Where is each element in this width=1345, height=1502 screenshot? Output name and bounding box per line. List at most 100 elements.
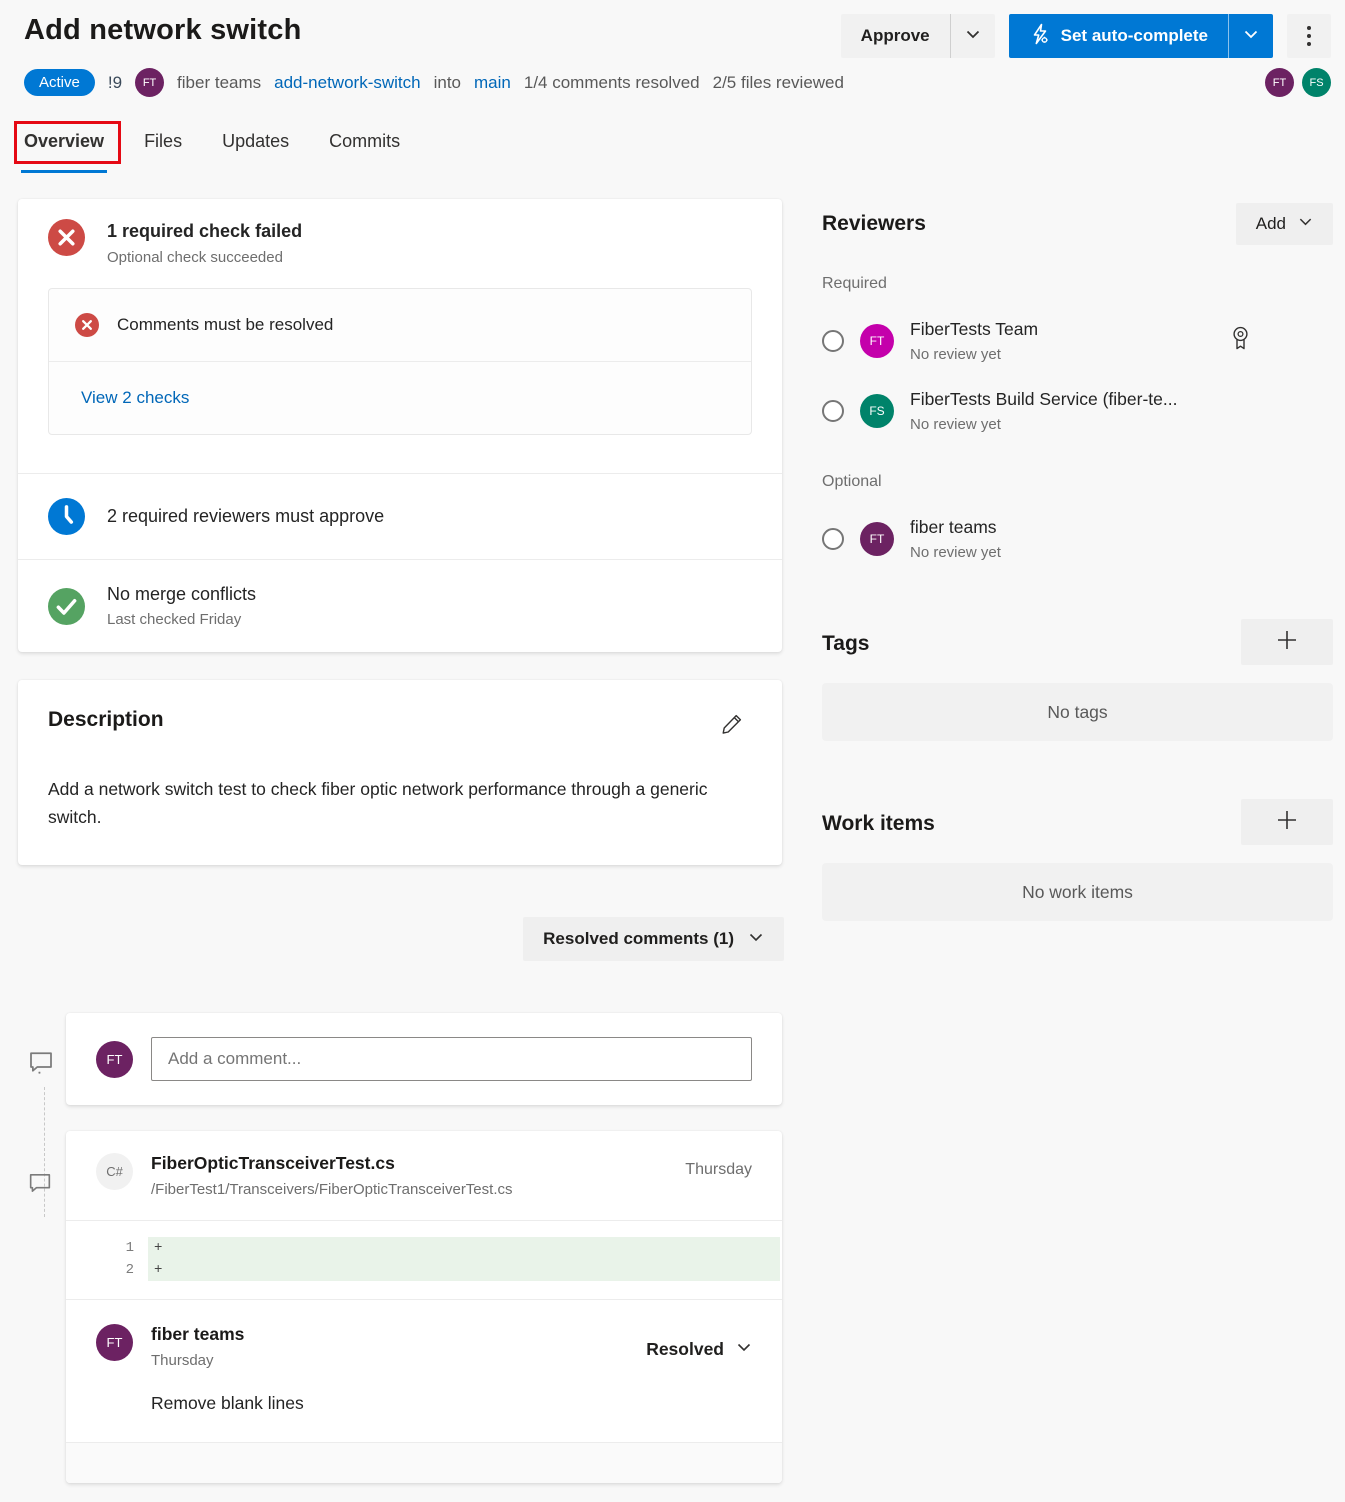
reply-row[interactable] xyxy=(66,1443,782,1483)
comment-threads: FT C# FiberOpticTransceiverTest.cs /Fibe… xyxy=(18,1013,782,1483)
approve-button[interactable]: Approve xyxy=(841,14,951,58)
reviewer-status: No review yet xyxy=(910,416,1177,433)
resolved-comments-filter-label: Resolved comments (1) xyxy=(543,929,734,949)
reviewer-status: No review yet xyxy=(910,544,1001,561)
chevron-down-icon xyxy=(736,1339,752,1360)
reviewer-vote-indicator[interactable] xyxy=(822,400,844,422)
diff-snippet: 1 + 2 + xyxy=(66,1221,782,1299)
file-name[interactable]: FiberOpticTransceiverTest.cs xyxy=(151,1153,513,1174)
comments-resolved-count: 1/4 comments resolved xyxy=(524,73,700,93)
tab-files-label: Files xyxy=(144,131,182,151)
success-icon xyxy=(48,588,85,625)
add-tag-button[interactable] xyxy=(1241,619,1333,665)
comment-check-label: Comments must be resolved xyxy=(117,315,333,335)
autocomplete-split-button: Set auto-complete xyxy=(1009,14,1273,58)
reviewer-name: FiberTests Team xyxy=(910,319,1038,340)
participant-avatars: FT FS xyxy=(1265,68,1331,97)
participant-avatar-fs[interactable]: FS xyxy=(1302,68,1331,97)
kebab-menu-icon xyxy=(1307,26,1311,46)
current-user-avatar: FT xyxy=(96,1041,133,1078)
approve-label: Approve xyxy=(861,26,930,46)
edit-pencil-icon[interactable] xyxy=(712,708,752,745)
header-actions: Approve Set xyxy=(841,14,1331,58)
diff-line-number: 1 xyxy=(66,1240,148,1256)
thread-status-label: Resolved xyxy=(646,1339,724,1360)
add-comment-input[interactable] xyxy=(151,1037,752,1081)
add-work-item-button[interactable] xyxy=(1241,799,1333,845)
participant-avatar-ft[interactable]: FT xyxy=(1265,68,1294,97)
csharp-file-icon: C# xyxy=(96,1153,133,1190)
diff-added-line: + xyxy=(148,1259,780,1281)
tab-overview-label: Overview xyxy=(24,131,104,151)
work-items-heading: Work items xyxy=(822,808,935,836)
reviewer-vote-indicator[interactable] xyxy=(822,528,844,550)
reviewer-row: FT fiber teams No review yet xyxy=(822,517,1333,561)
approve-split-button: Approve xyxy=(841,14,995,58)
autocomplete-dropdown-button[interactable] xyxy=(1229,14,1273,58)
pr-tabs: Overview Files Updates Commits xyxy=(0,97,1345,173)
description-text: Add a network switch test to check fiber… xyxy=(48,775,728,831)
add-reviewer-button[interactable]: Add xyxy=(1236,203,1333,245)
reviewer-row: FT FiberTests Team No review yet xyxy=(822,319,1333,363)
description-card: Description Add a network switch test to… xyxy=(18,680,782,865)
reviewer-avatar: FT xyxy=(860,324,894,358)
reviewer-avatar: FS xyxy=(860,394,894,428)
reviewer-status: No review yet xyxy=(910,346,1038,363)
error-icon xyxy=(75,313,99,337)
file-path: /FiberTest1/Transceivers/FiberOpticTrans… xyxy=(151,1181,513,1198)
reviewers-heading: Reviewers xyxy=(822,212,926,236)
active-tab-underline xyxy=(21,170,107,173)
reviewers-rule-label: 2 required reviewers must approve xyxy=(107,506,384,527)
more-options-button[interactable] xyxy=(1287,14,1331,58)
chevron-down-icon xyxy=(1243,26,1259,47)
tab-overview[interactable]: Overview xyxy=(24,131,104,173)
diff-line: 1 + xyxy=(66,1237,782,1259)
tab-updates[interactable]: Updates xyxy=(222,131,289,173)
diff-added-line: + xyxy=(148,1237,780,1259)
set-autocomplete-button[interactable]: Set auto-complete xyxy=(1009,14,1229,58)
tab-commits[interactable]: Commits xyxy=(329,131,400,173)
pull-request-page: Add network switch Approve xyxy=(0,0,1345,1502)
thread-date: Thursday xyxy=(685,1153,752,1179)
required-reviewer-ribbon-icon xyxy=(1232,326,1333,357)
resolved-comments-filter-button[interactable]: Resolved comments (1) xyxy=(523,917,784,961)
file-comment-thread-card: C# FiberOpticTransceiverTest.cs /FiberTe… xyxy=(66,1131,782,1483)
clock-icon xyxy=(48,498,85,535)
merge-conflicts-subtitle: Last checked Friday xyxy=(107,611,256,628)
approve-dropdown-button[interactable] xyxy=(951,14,995,58)
error-icon xyxy=(48,219,85,256)
commenter-name: fiber teams xyxy=(151,1324,244,1345)
diff-line: 2 + xyxy=(66,1259,782,1281)
set-autocomplete-label: Set auto-complete xyxy=(1061,26,1208,46)
checks-card: 1 required check failed Optional check s… xyxy=(18,199,782,652)
comment-date: Thursday xyxy=(151,1352,244,1369)
author-name: fiber teams xyxy=(177,73,261,93)
diff-line-number: 2 xyxy=(66,1262,148,1278)
required-reviewers-label: Required xyxy=(822,275,1333,293)
comment-icon xyxy=(26,1169,54,1202)
plus-icon xyxy=(1276,629,1298,656)
view-checks-link[interactable]: View 2 checks xyxy=(81,388,189,407)
thread-status-dropdown[interactable]: Resolved xyxy=(646,1324,752,1369)
reviewer-vote-indicator[interactable] xyxy=(822,330,844,352)
tab-commits-label: Commits xyxy=(329,131,400,151)
no-tags-placeholder: No tags xyxy=(822,683,1333,741)
add-comment-icon xyxy=(26,1047,56,1082)
chevron-down-icon xyxy=(1298,214,1313,234)
status-badge: Active xyxy=(24,69,95,96)
tab-files[interactable]: Files xyxy=(144,131,182,173)
optional-reviewers-label: Optional xyxy=(822,473,1333,491)
chevron-down-icon xyxy=(965,26,981,47)
source-branch-link[interactable]: add-network-switch xyxy=(274,73,420,93)
commenter-avatar: FT xyxy=(96,1324,133,1361)
check-failed-title: 1 required check failed xyxy=(107,219,302,242)
check-optional-subtitle: Optional check succeeded xyxy=(107,249,302,266)
into-label: into xyxy=(434,73,461,93)
add-reviewer-label: Add xyxy=(1256,214,1286,234)
no-work-items-placeholder: No work items xyxy=(822,863,1333,921)
pr-sidebar: Reviewers Add Required FT FiberTests Tea… xyxy=(822,199,1333,921)
description-heading: Description xyxy=(48,708,164,732)
reviewer-name: FiberTests Build Service (fiber-te... xyxy=(910,389,1177,410)
target-branch-link[interactable]: main xyxy=(474,73,511,93)
tab-updates-label: Updates xyxy=(222,131,289,151)
